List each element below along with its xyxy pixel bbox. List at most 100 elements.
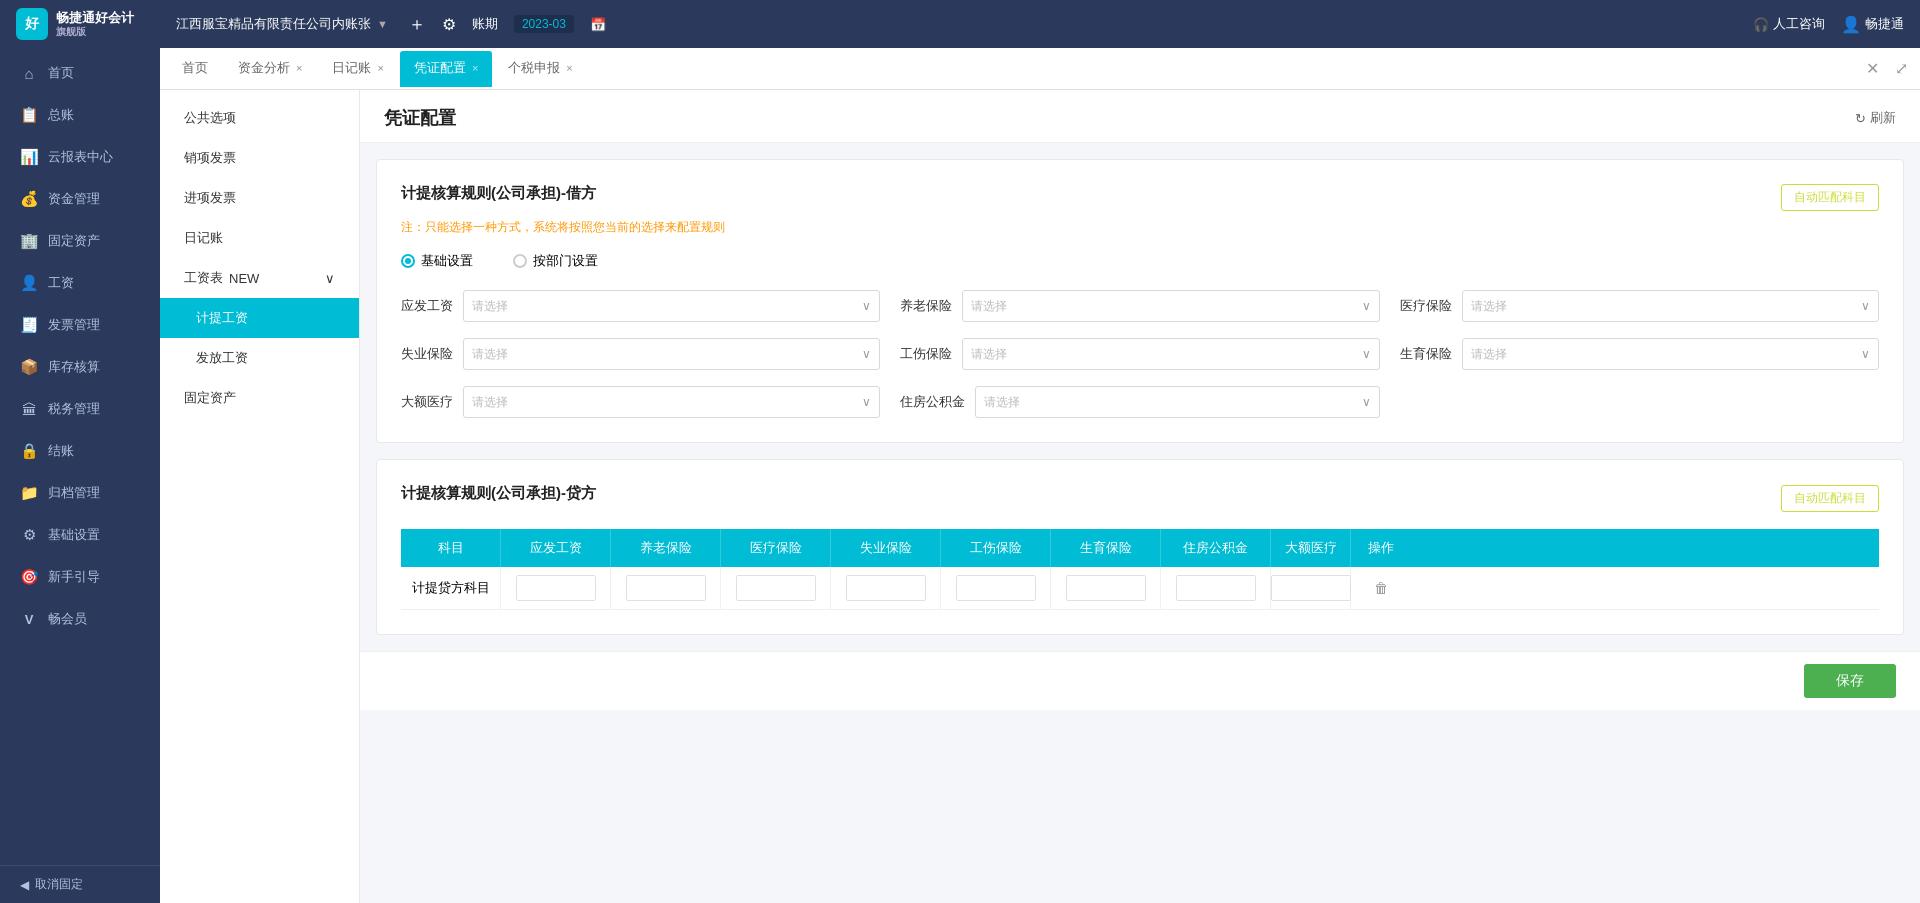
service-button[interactable]: 🎧 人工咨询: [1753, 15, 1825, 33]
save-button[interactable]: 保存: [1804, 664, 1896, 698]
select-injury[interactable]: 请选择 ∨: [962, 338, 1379, 370]
sidebar-item-assets[interactable]: 🏢 固定资产: [0, 220, 160, 262]
label-housing-fund: 住房公积金: [900, 393, 965, 411]
tab-home[interactable]: 首页: [168, 51, 222, 87]
left-nav-calc-salary[interactable]: 计提工资: [160, 298, 359, 338]
delete-icon[interactable]: 🗑: [1374, 580, 1388, 596]
sidebar-item-home[interactable]: ⌂ 首页: [0, 52, 160, 94]
sidebar: ⌂ 首页 📋 总账 📊 云报表中心 💰 资金管理 🏢 固定资产 👤 工资 🧾 发…: [0, 48, 160, 903]
sidebar-item-tax[interactable]: 🏛 税务管理: [0, 388, 160, 430]
select-large-medical[interactable]: 请选择 ∨: [463, 386, 880, 418]
period-value[interactable]: 2023-03: [514, 15, 574, 33]
cell-housing-fund: [1161, 567, 1271, 609]
left-nav-pay-salary[interactable]: 发放工资: [160, 338, 359, 378]
sidebar-item-archive[interactable]: 📁 归档管理: [0, 472, 160, 514]
radio-dept-label: 按部门设置: [533, 252, 598, 270]
left-nav-public[interactable]: 公共选项: [160, 98, 359, 138]
left-nav-purchase-invoice[interactable]: 进项发票: [160, 178, 359, 218]
header-large-medical: 大额医疗: [1271, 529, 1351, 567]
tab-expand-icon[interactable]: ⤢: [1891, 55, 1912, 82]
left-nav-pay-salary-label: 发放工资: [196, 349, 248, 367]
left-nav-salary-table[interactable]: 工资表 NEW ∨: [160, 258, 359, 298]
sidebar-item-invoice[interactable]: 🧾 发票管理: [0, 304, 160, 346]
sidebar-item-close[interactable]: 🔒 结账: [0, 430, 160, 472]
sidebar-label-reports: 云报表中心: [48, 148, 113, 166]
input-credit-medical[interactable]: [736, 575, 816, 601]
chevron-down-icon-4: ∨: [862, 347, 871, 361]
tab-tax[interactable]: 个税申报 ×: [494, 51, 586, 87]
radio-dept[interactable]: 按部门设置: [513, 252, 598, 270]
credit-auto-match-button[interactable]: 自动匹配科目: [1781, 485, 1879, 512]
tab-tax-close[interactable]: ×: [566, 62, 572, 74]
archive-icon: 📁: [20, 484, 38, 502]
user-name: 畅捷通: [1865, 15, 1904, 33]
sidebar-item-settings[interactable]: ⚙ 基础设置: [0, 514, 160, 556]
debit-section-title: 计提核算规则(公司承担)-借方: [401, 184, 596, 203]
select-basic-salary[interactable]: 请选择 ∨: [463, 290, 880, 322]
input-credit-housing-fund[interactable]: [1176, 575, 1256, 601]
settings-icon[interactable]: ⚙: [442, 15, 456, 34]
user-menu[interactable]: 👤 畅捷通: [1841, 15, 1904, 34]
input-credit-basic-salary[interactable]: [516, 575, 596, 601]
tab-journal[interactable]: 日记账 ×: [318, 51, 397, 87]
credit-table: 科目 应发工资 养老保险 医疗保险 失业保险 工伤保险 生育保险 住房公积金 大…: [401, 529, 1879, 610]
ledger-icon: 📋: [20, 106, 38, 124]
sidebar-label-close: 结账: [48, 442, 74, 460]
left-nav-fixed-assets[interactable]: 固定资产: [160, 378, 359, 418]
radio-basic-label: 基础设置: [421, 252, 473, 270]
form-row-basic-salary: 应发工资 请选择 ∨: [401, 290, 880, 322]
cancel-pin-label: 取消固定: [35, 876, 83, 893]
sidebar-item-vip[interactable]: V 畅会员: [0, 598, 160, 640]
sidebar-item-capital[interactable]: 💰 资金管理: [0, 178, 160, 220]
input-credit-injury[interactable]: [956, 575, 1036, 601]
home-icon: ⌂: [20, 65, 38, 82]
tax-icon: 🏛: [20, 401, 38, 418]
tab-close-icon[interactable]: ✕: [1862, 55, 1883, 82]
tab-journal-close[interactable]: ×: [377, 62, 383, 74]
input-credit-unemployment[interactable]: [846, 575, 926, 601]
table-header-row: 科目 应发工资 养老保险 医疗保险 失业保险 工伤保险 生育保险 住房公积金 大…: [401, 529, 1879, 567]
tab-home-label: 首页: [182, 59, 208, 77]
header-pension: 养老保险: [611, 529, 721, 567]
select-maternity[interactable]: 请选择 ∨: [1462, 338, 1879, 370]
sidebar-item-salary[interactable]: 👤 工资: [0, 262, 160, 304]
input-credit-maternity[interactable]: [1066, 575, 1146, 601]
add-icon[interactable]: ＋: [408, 12, 426, 36]
tab-capital[interactable]: 资金分析 ×: [224, 51, 316, 87]
service-label: 人工咨询: [1773, 15, 1825, 33]
company-selector[interactable]: 江西服宝精品有限责任公司内账张 ▼: [176, 15, 388, 33]
left-nav-sales-invoice[interactable]: 销项发票: [160, 138, 359, 178]
refresh-icon: ↻: [1855, 111, 1866, 126]
cell-action[interactable]: 🗑: [1351, 567, 1411, 609]
select-unemployment[interactable]: 请选择 ∨: [463, 338, 880, 370]
refresh-button[interactable]: ↻ 刷新: [1855, 109, 1896, 127]
left-nav-journal[interactable]: 日记账: [160, 218, 359, 258]
sidebar-item-reports[interactable]: 📊 云报表中心: [0, 136, 160, 178]
form-row-housing-fund: 住房公积金 请选择 ∨: [900, 386, 1379, 418]
header-medical: 医疗保险: [721, 529, 831, 567]
sidebar-item-guide[interactable]: 🎯 新手引导: [0, 556, 160, 598]
header-housing-fund: 住房公积金: [1161, 529, 1271, 567]
sidebar-item-inventory[interactable]: 📦 库存核算: [0, 346, 160, 388]
sidebar-item-ledger[interactable]: 📋 总账: [0, 94, 160, 136]
page-header: 凭证配置 ↻ 刷新: [360, 90, 1920, 143]
input-credit-large-medical[interactable]: [1271, 575, 1351, 601]
select-pension[interactable]: 请选择 ∨: [962, 290, 1379, 322]
debit-rules-section: 计提核算规则(公司承担)-借方 自动匹配科目 注：只能选择一种方式，系统将按照您…: [376, 159, 1904, 443]
debit-auto-match-button[interactable]: 自动匹配科目: [1781, 184, 1879, 211]
input-credit-pension[interactable]: [626, 575, 706, 601]
radio-basic[interactable]: 基础设置: [401, 252, 473, 270]
tab-voucher[interactable]: 凭证配置 ×: [400, 51, 492, 87]
calendar-icon[interactable]: 📅: [590, 17, 606, 32]
select-housing-fund[interactable]: 请选择 ∨: [975, 386, 1379, 418]
select-medical-placeholder: 请选择: [1471, 298, 1507, 315]
tab-capital-close[interactable]: ×: [296, 62, 302, 74]
tab-voucher-close[interactable]: ×: [472, 62, 478, 74]
select-large-medical-placeholder: 请选择: [472, 394, 508, 411]
close-book-icon: 🔒: [20, 442, 38, 460]
chevron-down-icon-3: ∨: [1861, 299, 1870, 313]
select-medical[interactable]: 请选择 ∨: [1462, 290, 1879, 322]
cancel-pin-button[interactable]: ◀ 取消固定: [0, 865, 160, 903]
cell-subject-label: 计提贷方科目: [401, 567, 501, 609]
period-label: 账期: [472, 15, 498, 33]
